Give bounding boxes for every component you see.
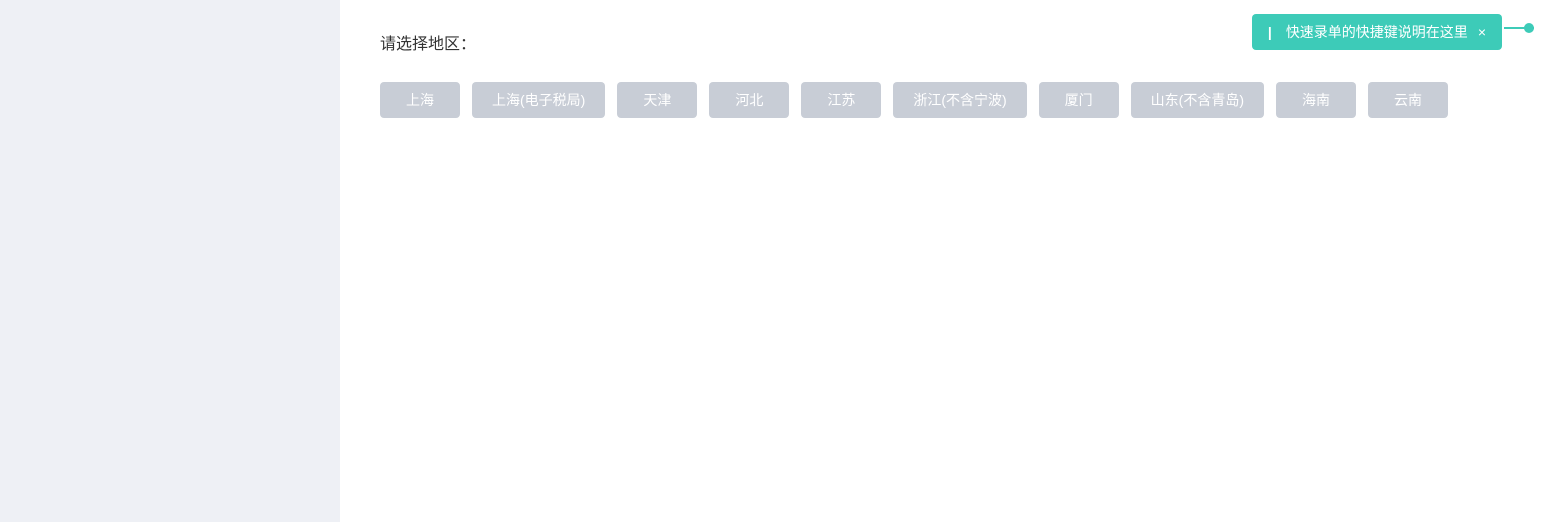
tooltip-connector-dot <box>1524 23 1534 33</box>
tooltip-text: 快速录单的快捷键说明在这里 <box>1286 22 1468 42</box>
region-button-8[interactable]: 海南 <box>1276 82 1356 118</box>
tooltip-banner: 快速录单的快捷键说明在这里 × <box>1252 14 1502 50</box>
tooltip-close-button[interactable]: × <box>1478 25 1486 39</box>
region-button-5[interactable]: 浙江(不含宁波) <box>893 82 1026 118</box>
region-button-6[interactable]: 厦门 <box>1039 82 1119 118</box>
region-button-9[interactable]: 云南 <box>1368 82 1448 118</box>
region-grid: 上海上海(电子税局) 天津河北江苏浙江(不含宁波) 厦门山东(不含青岛) 海南云南 <box>380 82 1522 118</box>
region-button-3[interactable]: 河北 <box>709 82 789 118</box>
region-button-0[interactable]: 上海 <box>380 82 460 118</box>
region-button-1[interactable]: 上海(电子税局) <box>472 82 605 118</box>
region-button-7[interactable]: 山东(不含青岛) <box>1131 82 1264 118</box>
sidebar <box>0 0 340 522</box>
main-content: 请选择地区： 上海上海(电子税局)天津河北江苏浙江(不含宁波)厦门山东(不含青岛… <box>340 0 1562 522</box>
region-button-4[interactable]: 江苏 <box>801 82 881 118</box>
region-button-2[interactable]: 天津 <box>617 82 697 118</box>
